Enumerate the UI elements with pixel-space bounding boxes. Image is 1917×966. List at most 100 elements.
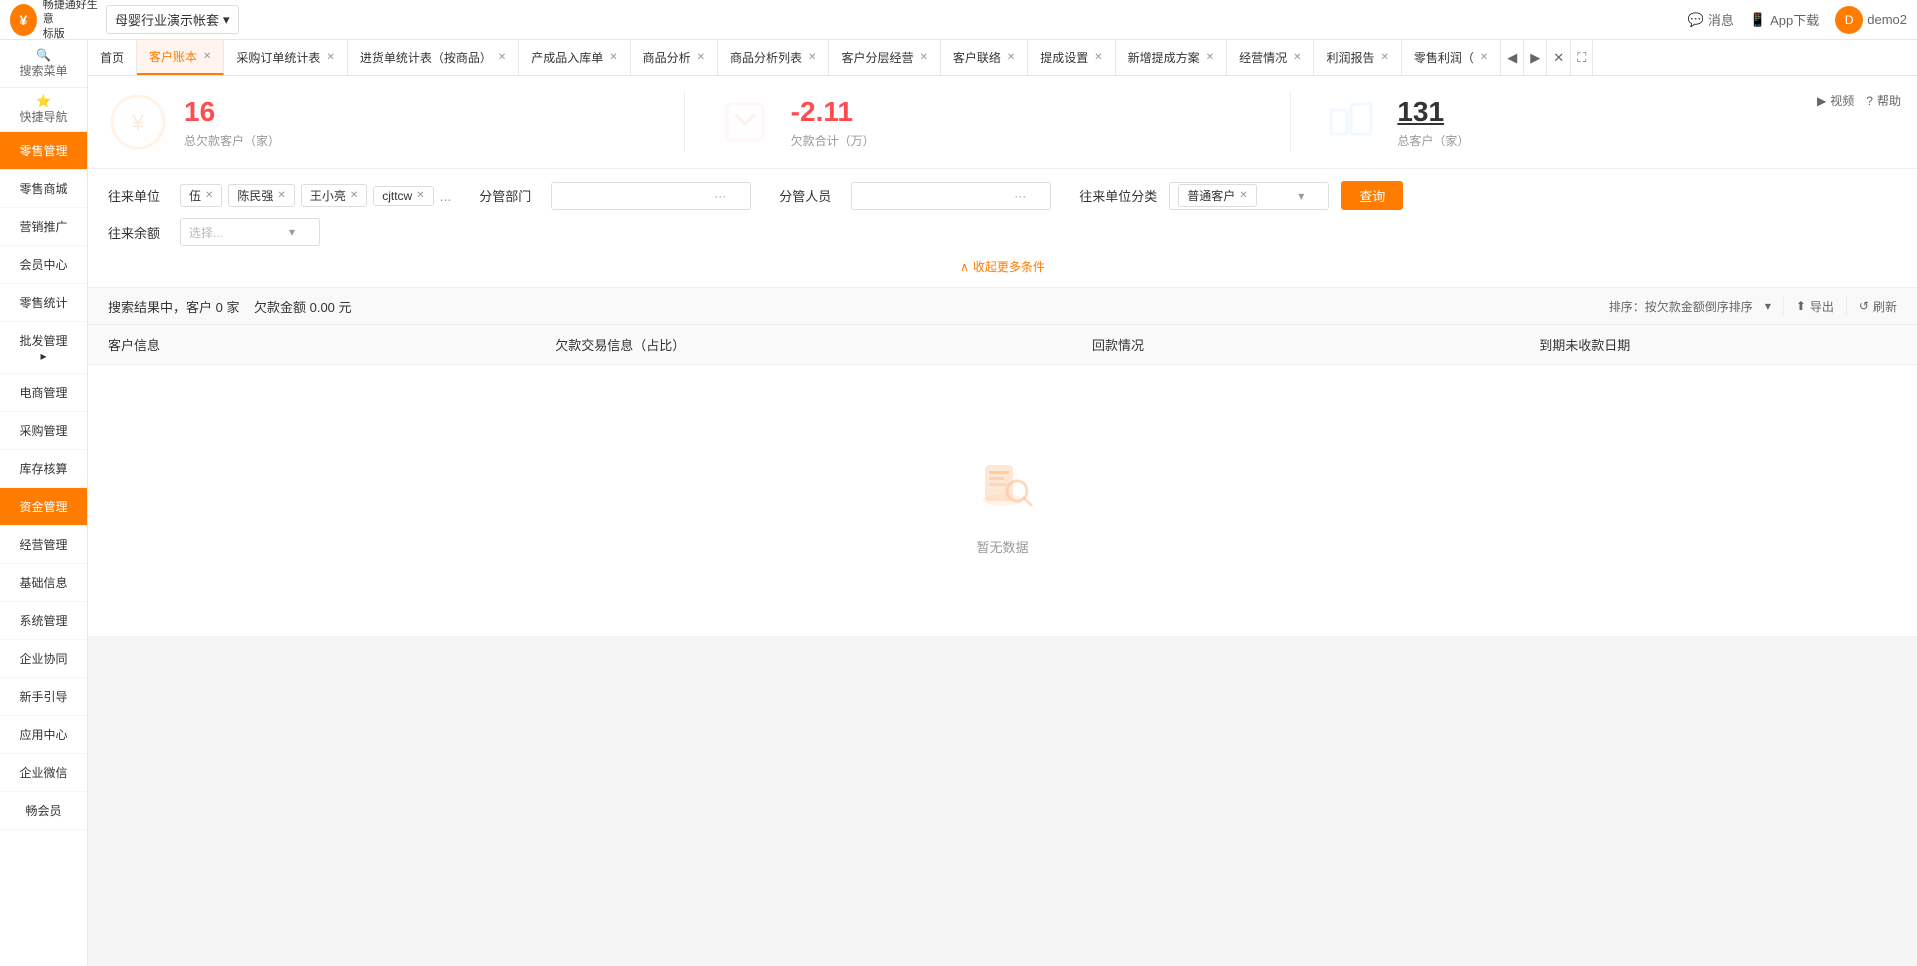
- result-count-text: 搜索结果中，客户 0 家 欠款金额 0.00 元: [108, 297, 352, 316]
- main-layout: 🔍 搜索菜单 ⭐ 快捷导航 零售管理 零售商城 营销推广 会员中心 零售统计 批…: [0, 40, 1917, 966]
- sidebar-item-ecom-mgmt[interactable]: 电商管理: [0, 374, 87, 412]
- col-repay-info: 回款情况: [1092, 335, 1539, 354]
- tab-close-product-analysis[interactable]: ✕: [697, 52, 705, 63]
- video-button[interactable]: ▶ 视频: [1817, 92, 1854, 109]
- help-button[interactable]: ? 帮助: [1866, 92, 1901, 109]
- sidebar-item-retail-stats[interactable]: 零售统计: [0, 284, 87, 322]
- sidebar-item-inventory[interactable]: 库存核算: [0, 450, 87, 488]
- sidebar-item-member-center[interactable]: 会员中心: [0, 246, 87, 284]
- tab-close-boost-settings[interactable]: ✕: [1094, 52, 1102, 63]
- filter-tag-close-wu[interactable]: ✕: [205, 190, 213, 201]
- filter-tag-close-cjttcw[interactable]: ✕: [416, 190, 424, 201]
- tab-expand[interactable]: ⛶: [1571, 40, 1593, 75]
- unit-class-filter-label: 往来单位分类: [1079, 186, 1157, 205]
- sidebar-item-marketing[interactable]: 营销推广: [0, 208, 87, 246]
- tab-retail-profit[interactable]: 零售利润（ ✕: [1402, 40, 1501, 75]
- filter-tag-wu: 伍 ✕: [180, 184, 222, 207]
- total-customers-icon: [1321, 92, 1381, 152]
- person-select[interactable]: ···: [851, 182, 1051, 210]
- tab-profit-report[interactable]: 利润报告 ✕: [1314, 40, 1401, 75]
- sidebar-item-ops-mgmt[interactable]: 经营管理: [0, 526, 87, 564]
- balance-select[interactable]: 选择... ▾: [180, 218, 320, 246]
- collapse-row: ∧ 收起更多条件: [108, 254, 1897, 275]
- sidebar-item-enterprise[interactable]: 企业协同: [0, 640, 87, 678]
- unit-filter-label: 往来单位: [108, 186, 168, 205]
- chevron-down-icon-balance: ▾: [289, 225, 295, 239]
- sidebar-item-vip-member[interactable]: 畅会员: [0, 792, 87, 830]
- dept-select[interactable]: ···: [551, 182, 751, 210]
- sidebar-search[interactable]: 🔍 搜索菜单: [0, 40, 87, 88]
- tab-home[interactable]: 首页: [88, 40, 137, 75]
- filter-tag-close-wangxiaoliang[interactable]: ✕: [350, 190, 358, 201]
- sort-label: 排序：按欠款金额倒序排序: [1609, 298, 1753, 315]
- page-content: ¥ 16 总欠款客户（家）: [88, 76, 1917, 966]
- stat-value-debtors: 16: [184, 96, 280, 128]
- tab-close-customer-segment[interactable]: ✕: [919, 52, 927, 63]
- export-button[interactable]: ⬆ 导出: [1796, 298, 1834, 315]
- sidebar-quick-nav[interactable]: ⭐ 快捷导航: [0, 88, 87, 132]
- tab-close-retail-profit[interactable]: ✕: [1480, 52, 1488, 63]
- sidebar-item-basic-info[interactable]: 基础信息: [0, 564, 87, 602]
- tab-close-customer-capital[interactable]: ✕: [203, 51, 211, 62]
- tab-purchase-stats-by-product[interactable]: 进货单统计表（按商品） ✕: [348, 40, 519, 75]
- tab-scroll-right[interactable]: ▶: [1524, 40, 1547, 75]
- top-bar-right: 💬 消息 📱 App下载 D demo2: [1688, 6, 1907, 34]
- user-menu[interactable]: D demo2: [1835, 6, 1907, 34]
- sidebar-item-enterprise-wechat[interactable]: 企业微信: [0, 754, 87, 792]
- sidebar-item-sys-mgmt[interactable]: 系统管理: [0, 602, 87, 640]
- stat-card-total-customers: 131 总客户（家）: [1321, 92, 1897, 152]
- tab-close-purchase-order-stats[interactable]: ✕: [326, 52, 334, 63]
- tab-customer-segment[interactable]: 客户分层经营 ✕: [829, 40, 940, 75]
- tab-customer-capital[interactable]: 客户账本 ✕: [137, 40, 224, 75]
- message-button[interactable]: 💬 消息: [1688, 10, 1734, 29]
- tab-close-new-boost-plan[interactable]: ✕: [1206, 52, 1214, 63]
- tab-ops-situation[interactable]: 经营情况 ✕: [1227, 40, 1314, 75]
- query-button[interactable]: 查询: [1341, 181, 1403, 210]
- sidebar-item-retail-mall[interactable]: 零售商城: [0, 170, 87, 208]
- chevron-down-icon: ▾: [223, 12, 230, 28]
- sidebar-item-new-guide[interactable]: 新手引导: [0, 678, 87, 716]
- org-selector[interactable]: 母婴行业演示帐套 ▾: [106, 5, 239, 34]
- sidebar-item-retail-mgmt[interactable]: 零售管理: [0, 132, 87, 170]
- tab-product-stock-in[interactable]: 产成品入库单 ✕: [519, 40, 630, 75]
- chevron-down-icon-sort[interactable]: ▾: [1765, 299, 1771, 313]
- sidebar-item-purchase-mgmt[interactable]: 采购管理: [0, 412, 87, 450]
- tab-close-profit-report[interactable]: ✕: [1381, 52, 1389, 63]
- collapse-button[interactable]: ∧ 收起更多条件: [960, 258, 1045, 275]
- tab-boost-settings[interactable]: 提成设置 ✕: [1028, 40, 1115, 75]
- tab-scroll-left[interactable]: ◀: [1501, 40, 1524, 75]
- tab-customer-contact[interactable]: 客户联络 ✕: [941, 40, 1028, 75]
- unit-class-tag-close[interactable]: ✕: [1239, 190, 1247, 201]
- unit-class-tag: 普通客户 ✕: [1178, 184, 1256, 207]
- app-download-button[interactable]: 📱 App下载: [1750, 10, 1819, 29]
- content-area: 首页 客户账本 ✕ 采购订单统计表 ✕ 进货单统计表（按商品） ✕ 产成品入库单…: [88, 40, 1917, 966]
- filter-more-btn[interactable]: ...: [440, 188, 452, 204]
- dept-filter-label: 分管部门: [479, 186, 539, 205]
- person-filter-label: 分管人员: [779, 186, 839, 205]
- filter-tag-close-chenminqiang[interactable]: ✕: [277, 190, 285, 201]
- tab-product-analysis-list[interactable]: 商品分析列表 ✕: [718, 40, 829, 75]
- tab-close-ops-situation[interactable]: ✕: [1293, 52, 1301, 63]
- sidebar-item-app-center[interactable]: 应用中心: [0, 716, 87, 754]
- refresh-button[interactable]: ↺ 刷新: [1859, 298, 1897, 315]
- stat-info-total-customers: 131 总客户（家）: [1397, 96, 1469, 149]
- sidebar-item-capital-mgmt[interactable]: 资金管理: [0, 488, 87, 526]
- tab-product-analysis[interactable]: 商品分析 ✕: [631, 40, 718, 75]
- tab-new-boost-plan[interactable]: 新增提成方案 ✕: [1116, 40, 1227, 75]
- filter-row-1: 往来单位 伍 ✕ 陈民强 ✕ 王小亮 ✕: [108, 181, 1897, 210]
- tab-close-product-stock[interactable]: ✕: [609, 52, 617, 63]
- tab-close-all[interactable]: ✕: [1547, 40, 1571, 75]
- chevron-down-icon: ···: [714, 189, 726, 203]
- tab-close-product-analysis-list[interactable]: ✕: [808, 52, 816, 63]
- table-header: 客户信息 欠款交易信息（占比） 回款情况 到期未收款日期: [88, 325, 1917, 365]
- unit-class-select[interactable]: 普通客户 ✕ ▾: [1169, 182, 1329, 210]
- filter-row-2: 往来余额 选择... ▾: [108, 218, 1897, 246]
- col-overdue-date: 到期未收款日期: [1539, 335, 1897, 354]
- tab-close-purchase-stats[interactable]: ✕: [498, 52, 506, 63]
- tab-purchase-order-stats[interactable]: 采购订单统计表 ✕: [224, 40, 347, 75]
- result-info: 搜索结果中，客户 0 家 欠款金额 0.00 元: [108, 297, 352, 316]
- stat-card-debt-amount: -2.11 欠款合计（万）: [715, 92, 1292, 152]
- tab-close-customer-contact[interactable]: ✕: [1007, 52, 1015, 63]
- sidebar-item-wholesale-mgmt[interactable]: 批发管理 ▸: [0, 322, 87, 374]
- help-icon: ?: [1866, 94, 1873, 108]
